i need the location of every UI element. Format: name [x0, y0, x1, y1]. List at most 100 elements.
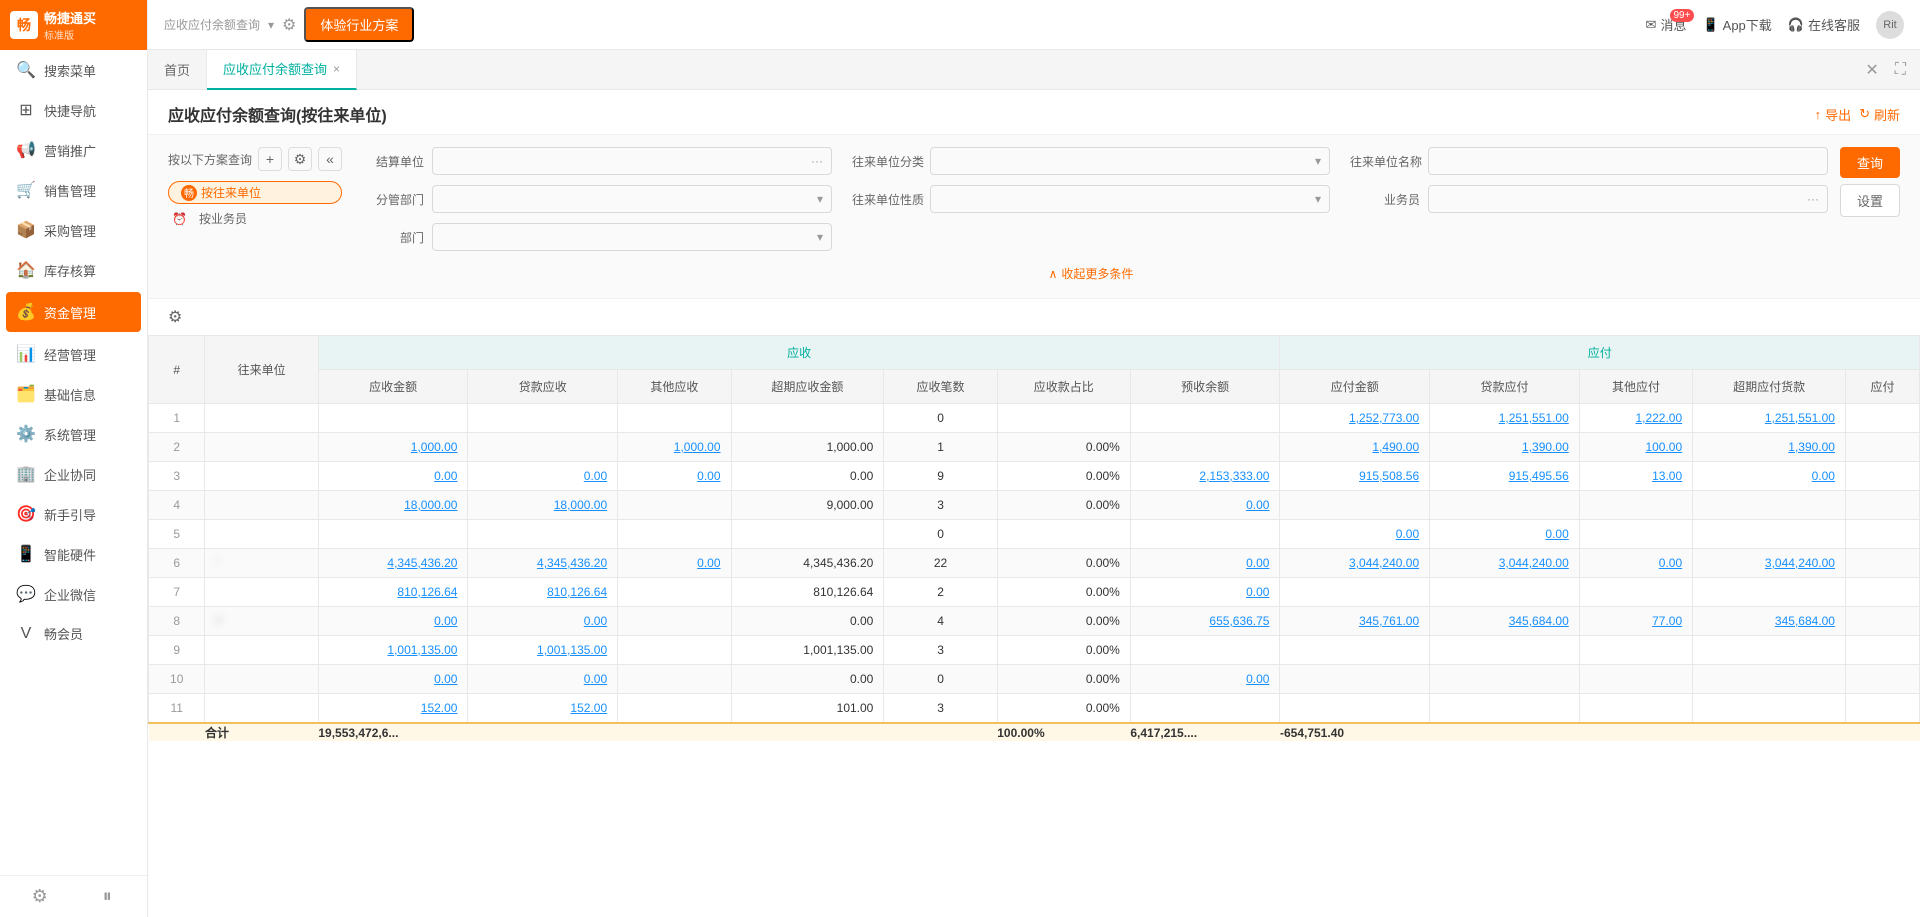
table-cell[interactable]: 345,761.00	[1280, 607, 1430, 636]
tab-home[interactable]: 首页	[148, 50, 207, 90]
table-cell-link[interactable]: 1,222.00	[1635, 411, 1682, 425]
table-cell[interactable]: 77.00	[1579, 607, 1692, 636]
table-cell[interactable]: 0.00	[318, 665, 468, 694]
table-cell[interactable]: 0.00	[1280, 520, 1430, 549]
table-cell[interactable]: 152.00	[468, 694, 618, 724]
table-cell[interactable]: 1,490.00	[1280, 433, 1430, 462]
table-cell[interactable]: 152.00	[318, 694, 468, 724]
table-cell[interactable]: 18,000.00	[468, 491, 618, 520]
table-cell-link[interactable]: 0.00	[1659, 556, 1682, 570]
table-cell[interactable]: 1,251,551.00	[1693, 404, 1846, 433]
table-cell-link[interactable]: 3,044,240.00	[1765, 556, 1835, 570]
sidebar-item-wechat[interactable]: 💬企业微信	[0, 574, 147, 614]
salesperson-input[interactable]: ···	[1428, 185, 1828, 213]
sidebar-item-finance[interactable]: 💰资金管理	[6, 292, 141, 332]
table-cell-link[interactable]: 0.00	[1812, 469, 1835, 483]
table-column-settings-icon[interactable]: ⚙	[168, 307, 182, 327]
table-cell[interactable]: 4,345,436.20	[468, 549, 618, 578]
sidebar-item-purchase[interactable]: 📦采购管理	[0, 210, 147, 250]
topbar-message-button[interactable]: ✉ 消息 99+	[1646, 15, 1687, 34]
table-cell-link[interactable]: 915,508.56	[1359, 469, 1419, 483]
table-cell[interactable]: 1,222.00	[1579, 404, 1692, 433]
table-cell-link[interactable]: 0.00	[1246, 556, 1269, 570]
unit-nature-input[interactable]: ▾	[930, 185, 1330, 213]
table-cell-link[interactable]: 1,001,135.00	[537, 643, 607, 657]
table-cell[interactable]: 915,508.56	[1280, 462, 1430, 491]
table-cell-link[interactable]: 0.00	[434, 469, 457, 483]
tab-close-window-icon[interactable]: ✕	[1859, 58, 1884, 82]
tab-maximize-icon[interactable]: ⛶	[1889, 59, 1912, 81]
table-cell[interactable]: 810,126.64	[468, 578, 618, 607]
table-cell-link[interactable]: 810,126.64	[397, 585, 457, 599]
table-cell-link[interactable]: 655,636.75	[1209, 614, 1269, 628]
tab-close-icon[interactable]: ×	[333, 62, 340, 76]
branch-dept-input[interactable]: ▾	[432, 185, 832, 213]
table-cell-link[interactable]: 915,495.56	[1509, 469, 1569, 483]
table-cell[interactable]: 3,044,240.00	[1430, 549, 1580, 578]
sidebar-item-guide[interactable]: 🎯新手引导	[0, 494, 147, 534]
table-cell[interactable]: 3,044,240.00	[1280, 549, 1430, 578]
table-cell-link[interactable]: 1,251,551.00	[1765, 411, 1835, 425]
table-cell-link[interactable]: 345,761.00	[1359, 614, 1419, 628]
table-cell[interactable]: 13.00	[1579, 462, 1692, 491]
table-cell-link[interactable]: 0.00	[697, 556, 720, 570]
table-cell-link[interactable]: 18,000.00	[404, 498, 457, 512]
settlement-unit-input[interactable]: ···	[432, 147, 832, 175]
table-cell-link[interactable]: 345,684.00	[1775, 614, 1835, 628]
table-cell[interactable]: 1,000.00	[318, 433, 468, 462]
settings-button[interactable]: 设置	[1840, 184, 1900, 217]
table-cell-link[interactable]: 1,251,551.00	[1499, 411, 1569, 425]
sidebar-item-operation[interactable]: 📊经营管理	[0, 334, 147, 374]
table-cell-link[interactable]: 152.00	[570, 701, 607, 715]
export-button[interactable]: ↑ 导出	[1815, 105, 1852, 124]
table-cell[interactable]: 0.00	[1130, 491, 1280, 520]
topbar-promo-button[interactable]: 体验行业方案	[304, 7, 414, 42]
table-cell[interactable]: 0.00	[1130, 578, 1280, 607]
table-cell-link[interactable]: 100.00	[1645, 440, 1682, 454]
table-cell[interactable]: 0.00	[1693, 462, 1846, 491]
table-cell-link[interactable]: 1,390.00	[1788, 440, 1835, 454]
table-cell[interactable]: 0.00	[1579, 549, 1692, 578]
table-cell[interactable]: 1,000.00	[618, 433, 731, 462]
table-cell[interactable]: 345,684.00	[1693, 607, 1846, 636]
table-cell[interactable]: 0.00	[318, 462, 468, 491]
sidebar-item-hardware[interactable]: 📱智能硬件	[0, 534, 147, 574]
table-cell-link[interactable]: 0.00	[697, 469, 720, 483]
sidebar-item-sales[interactable]: 🛒销售管理	[0, 170, 147, 210]
topbar-gear-icon[interactable]: ⚙	[282, 15, 296, 35]
table-cell[interactable]: 1,001,135.00	[318, 636, 468, 665]
table-cell[interactable]: 0.00	[618, 462, 731, 491]
table-cell-link[interactable]: 0.00	[1246, 672, 1269, 686]
table-cell-link[interactable]: 0.00	[1246, 498, 1269, 512]
table-cell-link[interactable]: 2,153,333.00	[1199, 469, 1269, 483]
sidebar-item-inventory[interactable]: 🏠库存核算	[0, 250, 147, 290]
filter-collapse-button[interactable]: ∧ 收起更多条件	[354, 261, 1828, 286]
table-cell[interactable]: 3,044,240.00	[1693, 549, 1846, 578]
table-cell[interactable]: 345,684.00	[1430, 607, 1580, 636]
filter-collapse-sidebar-btn[interactable]: «	[318, 147, 342, 171]
table-cell-link[interactable]: 345,684.00	[1509, 614, 1569, 628]
table-cell[interactable]: 0.00	[468, 665, 618, 694]
department-input[interactable]: ▾	[432, 223, 832, 251]
sidebar-item-quick[interactable]: ⊞快捷导航	[0, 90, 147, 130]
table-cell[interactable]: 100.00	[1579, 433, 1692, 462]
table-cell[interactable]: 0.00	[618, 549, 731, 578]
table-cell-link[interactable]: 1,001,135.00	[387, 643, 457, 657]
table-cell-link[interactable]: 0.00	[584, 469, 607, 483]
table-cell-link[interactable]: 3,044,240.00	[1349, 556, 1419, 570]
table-cell-link[interactable]: 4,345,436.20	[387, 556, 457, 570]
table-cell[interactable]: 810,126.64	[318, 578, 468, 607]
sidebar-item-enterprise[interactable]: 🏢企业协同	[0, 454, 147, 494]
table-cell-link[interactable]: 152.00	[421, 701, 458, 715]
filter-by-employee-option[interactable]: 按业务员	[199, 210, 247, 227]
filter-by-unit-option[interactable]: 畅 按往来单位	[168, 181, 342, 204]
table-cell[interactable]: 1,390.00	[1693, 433, 1846, 462]
table-cell-link[interactable]: 1,000.00	[674, 440, 721, 454]
table-cell-link[interactable]: 1,000.00	[411, 440, 458, 454]
filter-add-btn[interactable]: +	[258, 147, 282, 171]
table-cell[interactable]: 18,000.00	[318, 491, 468, 520]
sidebar-item-vip[interactable]: V畅会员	[0, 614, 147, 653]
table-cell-link[interactable]: 4,345,436.20	[537, 556, 607, 570]
topbar-app-download-button[interactable]: 📱 App下载	[1702, 15, 1771, 34]
tab-receivable-payable[interactable]: 应收应付余额查询 ×	[207, 50, 357, 90]
